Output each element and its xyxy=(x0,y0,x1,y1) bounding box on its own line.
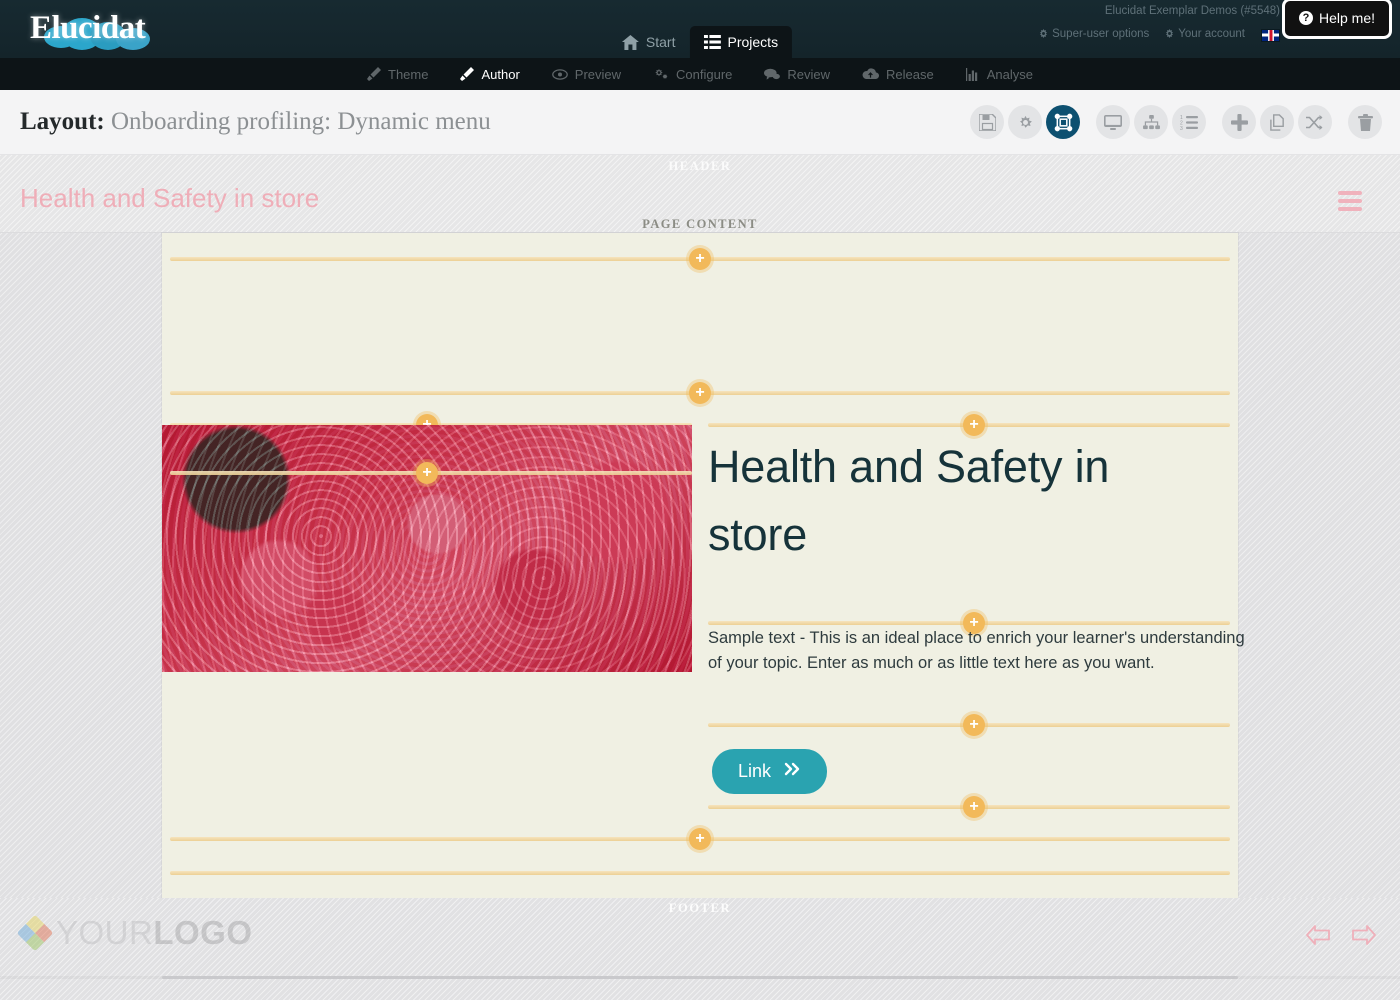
account-area: Elucidat Exemplar Demos (#5548) Super-us… xyxy=(1039,6,1280,42)
subnav-label: Theme xyxy=(388,67,428,82)
subnav-label: Preview xyxy=(575,67,621,82)
page-content-label: PAGE CONTENT xyxy=(642,217,758,232)
arrow-right-icon[interactable] xyxy=(1350,922,1378,953)
subnav-item-author[interactable]: Author xyxy=(460,67,519,82)
double-chevron-right-icon xyxy=(783,761,801,782)
footer-nav xyxy=(1304,922,1378,953)
add-row-button[interactable] xyxy=(963,714,985,736)
subnav-label: Release xyxy=(886,67,934,82)
bar-chart-icon xyxy=(966,68,980,81)
trash-icon[interactable] xyxy=(1348,105,1382,139)
subnav-label: Review xyxy=(787,67,830,82)
footer-logo-light: YOUR xyxy=(56,914,153,951)
eye-icon xyxy=(552,69,568,80)
add-row-button[interactable] xyxy=(689,382,711,404)
monitor-icon[interactable] xyxy=(1096,105,1130,139)
header-zone-label: HEADER xyxy=(668,159,731,174)
superuser-options-label: Super-user options xyxy=(1052,29,1149,41)
your-account-link[interactable]: Your account xyxy=(1165,29,1245,42)
shuffle-icon[interactable] xyxy=(1298,105,1332,139)
uk-flag-icon[interactable] xyxy=(1261,29,1280,42)
subnav-label: Analyse xyxy=(987,67,1033,82)
sitemap-icon[interactable] xyxy=(1134,105,1168,139)
svg-text:3: 3 xyxy=(1180,126,1183,130)
ordered-list-icon[interactable]: 123 xyxy=(1172,105,1206,139)
subnav-label: Author xyxy=(481,67,519,82)
cloud-upload-icon xyxy=(862,68,879,80)
help-button[interactable]: ? Help me! xyxy=(1282,0,1392,39)
tab-projects[interactable]: Projects xyxy=(690,26,793,59)
horizontal-scrollbar-thumb[interactable] xyxy=(162,976,1238,979)
page-header-title: Health and Safety in store xyxy=(20,183,319,214)
main-tabs: Start Projects xyxy=(608,26,792,59)
toolbar: 123 xyxy=(970,105,1382,139)
gear-icon xyxy=(1165,29,1174,42)
add-row-button[interactable] xyxy=(416,462,438,484)
question-circle-icon: ? xyxy=(1299,11,1313,25)
subnav-item-review[interactable]: Review xyxy=(764,67,830,82)
footer-logo-text: YOURLOGO xyxy=(56,914,253,952)
layout-frame-icon[interactable] xyxy=(1046,105,1080,139)
page-title: Layout: Onboarding profiling: Dynamic me… xyxy=(20,108,491,136)
hamburger-icon[interactable] xyxy=(1338,191,1362,215)
link-button[interactable]: Link xyxy=(712,749,827,794)
subnav-item-theme[interactable]: Theme xyxy=(367,67,428,82)
gears-icon xyxy=(653,67,669,81)
sub-nav: Theme Author Preview Configure Review Re… xyxy=(0,58,1400,90)
page-content-canvas: PAGE CONTENT Health and Safety in store … xyxy=(162,233,1238,898)
your-account-label: Your account xyxy=(1178,29,1245,41)
logo-text: Elucidat xyxy=(30,10,145,47)
comment-icon xyxy=(764,68,780,81)
subnav-item-configure[interactable]: Configure xyxy=(653,67,732,82)
plus-icon[interactable] xyxy=(1222,105,1256,139)
page-footer-zone[interactable]: FOOTER YOURLOGO xyxy=(0,898,1400,1000)
subnav-label: Configure xyxy=(676,67,732,82)
page-title-value: Onboarding profiling: Dynamic menu xyxy=(111,108,491,135)
tab-start[interactable]: Start xyxy=(608,26,690,59)
gear-icon xyxy=(1039,29,1048,42)
top-bar: Elucidat Start Projects Elucidat Exempla… xyxy=(0,0,1400,58)
subnav-item-analyse[interactable]: Analyse xyxy=(966,67,1033,82)
help-button-label: Help me! xyxy=(1319,10,1375,26)
content-body-text[interactable]: Sample text - This is an ideal place to … xyxy=(708,626,1248,676)
add-row-button[interactable] xyxy=(963,796,985,818)
footer-logo-bold: LOGO xyxy=(153,914,252,951)
tab-projects-label: Projects xyxy=(728,34,779,50)
row-divider xyxy=(170,871,1230,875)
add-row-button[interactable] xyxy=(689,828,711,850)
subnav-item-release[interactable]: Release xyxy=(862,67,934,82)
home-icon xyxy=(622,35,639,50)
superuser-options-link[interactable]: Super-user options xyxy=(1039,29,1149,42)
save-icon[interactable] xyxy=(970,105,1004,139)
copy-icon[interactable] xyxy=(1260,105,1294,139)
layout-title-bar: Layout: Onboarding profiling: Dynamic me… xyxy=(0,90,1400,155)
elucidat-logo[interactable]: Elucidat xyxy=(14,6,174,52)
content-heading[interactable]: Health and Safety in store xyxy=(708,433,1178,568)
pencil-icon xyxy=(460,67,474,81)
footer-zone-label: FOOTER xyxy=(669,901,731,916)
brush-icon xyxy=(367,67,381,81)
tab-start-label: Start xyxy=(646,34,676,50)
arrow-left-icon[interactable] xyxy=(1304,922,1332,953)
add-row-button[interactable] xyxy=(689,248,711,270)
list-icon xyxy=(704,35,721,49)
subnav-item-preview[interactable]: Preview xyxy=(552,67,621,82)
page-title-label: Layout: xyxy=(20,108,105,135)
diamond-icon xyxy=(17,915,54,952)
footer-logo: YOURLOGO xyxy=(22,914,253,952)
gear-icon[interactable] xyxy=(1008,105,1042,139)
project-name: Elucidat Exemplar Demos (#5548) xyxy=(1039,6,1280,18)
link-button-label: Link xyxy=(738,761,771,782)
editor-stage: HEADER Health and Safety in store PAGE C… xyxy=(0,155,1400,1000)
horizontal-scrollbar-track[interactable] xyxy=(0,976,1400,979)
